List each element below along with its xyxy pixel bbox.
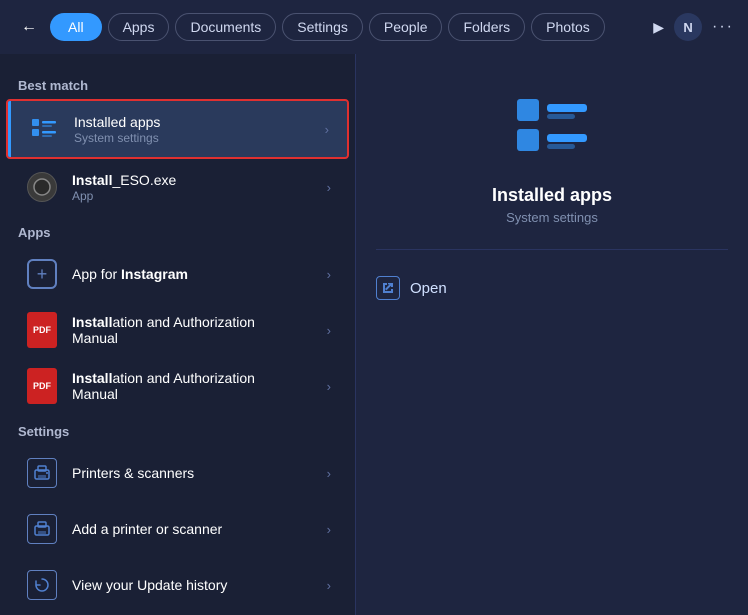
installed-apps-subtitle: System settings [74,131,325,145]
tab-apps[interactable]: Apps [108,13,170,41]
chevron-icon: › [327,379,331,394]
tab-settings[interactable]: Settings [282,13,363,41]
eso-icon [24,169,60,205]
tab-folders[interactable]: Folders [448,13,525,41]
printers-scanners-text: Printers & scanners [72,465,327,481]
chevron-icon: › [325,122,329,137]
app-instagram-title: App for Instagram [72,266,327,282]
best-match-installed-apps[interactable]: Installed apps System settings › [6,99,349,159]
chevron-icon: › [327,522,331,537]
right-icon-area [512,94,592,169]
update-history-title: View your Update history [72,577,327,593]
printer-icon [24,455,60,491]
installation-auth-1-item[interactable]: PDF Installation and AuthorizationManual… [6,302,349,358]
right-panel: Installed apps System settings Open [355,54,748,615]
add-printer-title: Add a printer or scanner [72,521,327,537]
add-printer-icon [24,511,60,547]
top-bar-right: ▶ N ··· [653,13,734,41]
main-content: Best match Installed apps System setting… [0,54,748,615]
installed-apps-text: Installed apps System settings [74,114,325,145]
installation-auth-2-text: Installation and AuthorizationManual [72,370,327,402]
tab-all[interactable]: All [50,13,102,41]
tab-people[interactable]: People [369,13,443,41]
top-bar: ← All Apps Documents Settings People Fol… [0,0,748,54]
chevron-icon: › [327,466,331,481]
right-title: Installed apps [492,185,612,206]
installation-auth-2-title: Installation and AuthorizationManual [72,370,327,402]
installed-apps-title: Installed apps [74,114,325,130]
chevron-icon: › [327,267,331,282]
tab-documents[interactable]: Documents [175,13,276,41]
install-eso-title: Install_ESO.exe [72,172,327,188]
open-label: Open [410,280,447,297]
open-icon [376,276,400,300]
apps-label: Apps [0,215,355,246]
printers-scanners-item[interactable]: Printers & scanners › [6,445,349,501]
installation-auth-2-item[interactable]: PDF Installation and AuthorizationManual… [6,358,349,414]
update-history-icon [24,567,60,603]
installed-apps-icon [26,111,62,147]
chevron-icon: › [327,180,331,195]
add-printer-text: Add a printer or scanner [72,521,327,537]
pdf-icon-1: PDF [24,312,60,348]
open-button[interactable]: Open [376,270,728,306]
installation-auth-1-text: Installation and AuthorizationManual [72,314,327,346]
selected-accent [8,101,11,157]
update-history-text: View your Update history [72,577,327,593]
install-eso-item[interactable]: Install_ESO.exe App › [6,159,349,215]
add-printer-item[interactable]: Add a printer or scanner › [6,501,349,557]
divider [376,249,728,250]
settings-label: Settings [0,414,355,445]
install-eso-text: Install_ESO.exe App [72,172,327,203]
app-instagram-item[interactable]: + App for Instagram › [6,246,349,302]
avatar: N [674,13,702,41]
back-button[interactable]: ← [14,12,44,42]
update-history-item[interactable]: View your Update history › [6,557,349,613]
app-instagram-text: App for Instagram [72,266,327,282]
chevron-icon: › [327,323,331,338]
app-plus-icon: + [24,256,60,292]
printers-scanners-title: Printers & scanners [72,465,327,481]
chevron-icon: › [327,578,331,593]
install-eso-subtitle: App [72,189,327,203]
best-match-label: Best match [0,68,355,99]
tab-photos[interactable]: Photos [531,13,605,41]
right-subtitle: System settings [506,210,598,225]
play-icon: ▶ [653,19,664,36]
more-button[interactable]: ··· [712,18,734,36]
installation-auth-1-title: Installation and AuthorizationManual [72,314,327,346]
left-panel: Best match Installed apps System setting… [0,54,355,615]
pdf-icon-2: PDF [24,368,60,404]
